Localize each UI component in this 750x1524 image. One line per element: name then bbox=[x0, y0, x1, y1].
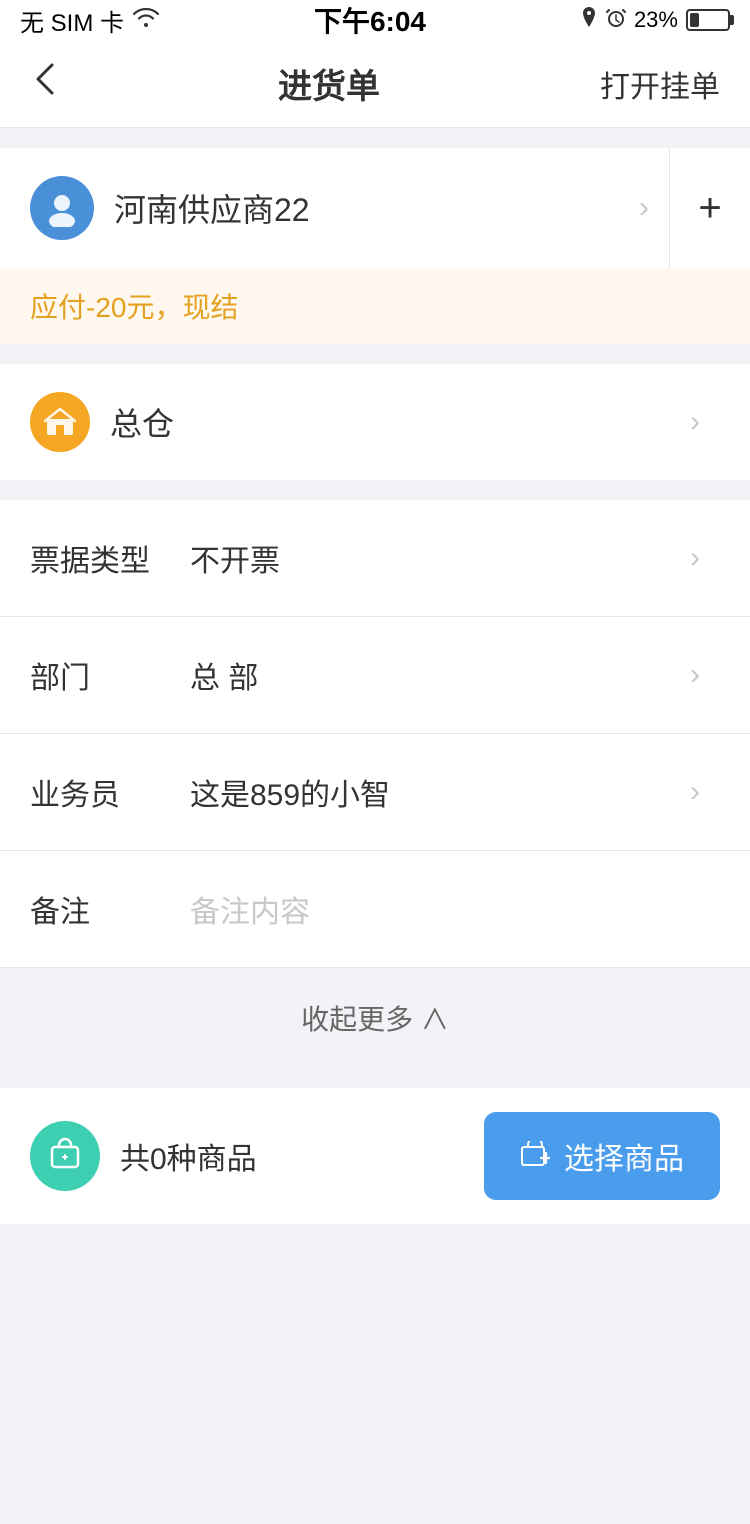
salesperson-label: 业务员 bbox=[30, 770, 150, 814]
supplier-chevron-icon: › bbox=[619, 191, 669, 225]
salesperson-row[interactable]: 业务员 这是859的小智 › bbox=[0, 734, 750, 851]
notice-banner: 应付-20元，现结 bbox=[0, 268, 750, 344]
add-supplier-button[interactable]: + bbox=[670, 158, 750, 259]
invoice-row[interactable]: 票据类型 不开票 › bbox=[0, 500, 750, 617]
battery-icon bbox=[686, 9, 730, 31]
page-title: 进货单 bbox=[278, 59, 380, 108]
warehouse-chevron-icon: › bbox=[670, 405, 720, 439]
department-row[interactable]: 部门 总 部 › bbox=[0, 617, 750, 734]
status-bar: 无 SIM 卡 下午6:04 23% bbox=[0, 0, 750, 40]
status-time: 下午6:04 bbox=[314, 0, 426, 40]
open-pending-button[interactable]: 打开挂单 bbox=[600, 62, 720, 106]
warehouse-section[interactable]: 总仓 › bbox=[0, 364, 750, 480]
main-content: 河南供应商22 › + 应付-20元，现结 总仓 › 票据类型 不开票 › 部门… bbox=[0, 148, 750, 1524]
department-label: 部门 bbox=[30, 653, 150, 697]
product-count-area: 共0种商品 bbox=[30, 1121, 257, 1191]
status-right: 23% bbox=[580, 6, 730, 34]
alarm-icon bbox=[606, 6, 626, 34]
department-value: 总 部 bbox=[190, 653, 670, 697]
product-count-text: 共0种商品 bbox=[120, 1134, 257, 1178]
supplier-section[interactable]: 河南供应商22 › + bbox=[0, 148, 750, 268]
supplier-avatar bbox=[30, 176, 94, 240]
warehouse-icon bbox=[30, 392, 90, 452]
salesperson-chevron-icon: › bbox=[670, 775, 720, 809]
status-left: 无 SIM 卡 bbox=[20, 3, 160, 38]
collapse-button[interactable]: 收起更多 ∧ bbox=[301, 998, 449, 1038]
invoice-value: 不开票 bbox=[190, 536, 670, 580]
location-icon bbox=[580, 6, 598, 34]
form-section: 票据类型 不开票 › 部门 总 部 › 业务员 这是859的小智 › 备注 备注… bbox=[0, 500, 750, 967]
wifi-icon bbox=[132, 6, 160, 34]
invoice-chevron-icon: › bbox=[670, 541, 720, 575]
select-product-button[interactable]: 选择商品 bbox=[484, 1112, 720, 1200]
bottom-bar: 共0种商品 选择商品 bbox=[0, 1088, 750, 1224]
salesperson-value: 这是859的小智 bbox=[190, 770, 670, 814]
battery-text: 23% bbox=[634, 7, 678, 33]
carrier-text: 无 SIM 卡 bbox=[20, 3, 124, 38]
remark-input[interactable]: 备注内容 bbox=[190, 887, 720, 931]
department-chevron-icon: › bbox=[670, 658, 720, 692]
collapse-section[interactable]: 收起更多 ∧ bbox=[0, 967, 750, 1068]
invoice-label: 票据类型 bbox=[30, 536, 150, 580]
remark-label: 备注 bbox=[30, 887, 150, 931]
select-product-label: 选择商品 bbox=[564, 1134, 684, 1178]
product-icon bbox=[30, 1121, 100, 1191]
page-background bbox=[0, 1224, 750, 1524]
nav-bar: 进货单 打开挂单 bbox=[0, 40, 750, 128]
supplier-main[interactable]: 河南供应商22 › bbox=[0, 148, 670, 268]
back-button[interactable] bbox=[30, 57, 58, 111]
supplier-name: 河南供应商22 bbox=[114, 185, 619, 231]
warehouse-name: 总仓 bbox=[110, 399, 670, 445]
remark-row[interactable]: 备注 备注内容 bbox=[0, 851, 750, 967]
